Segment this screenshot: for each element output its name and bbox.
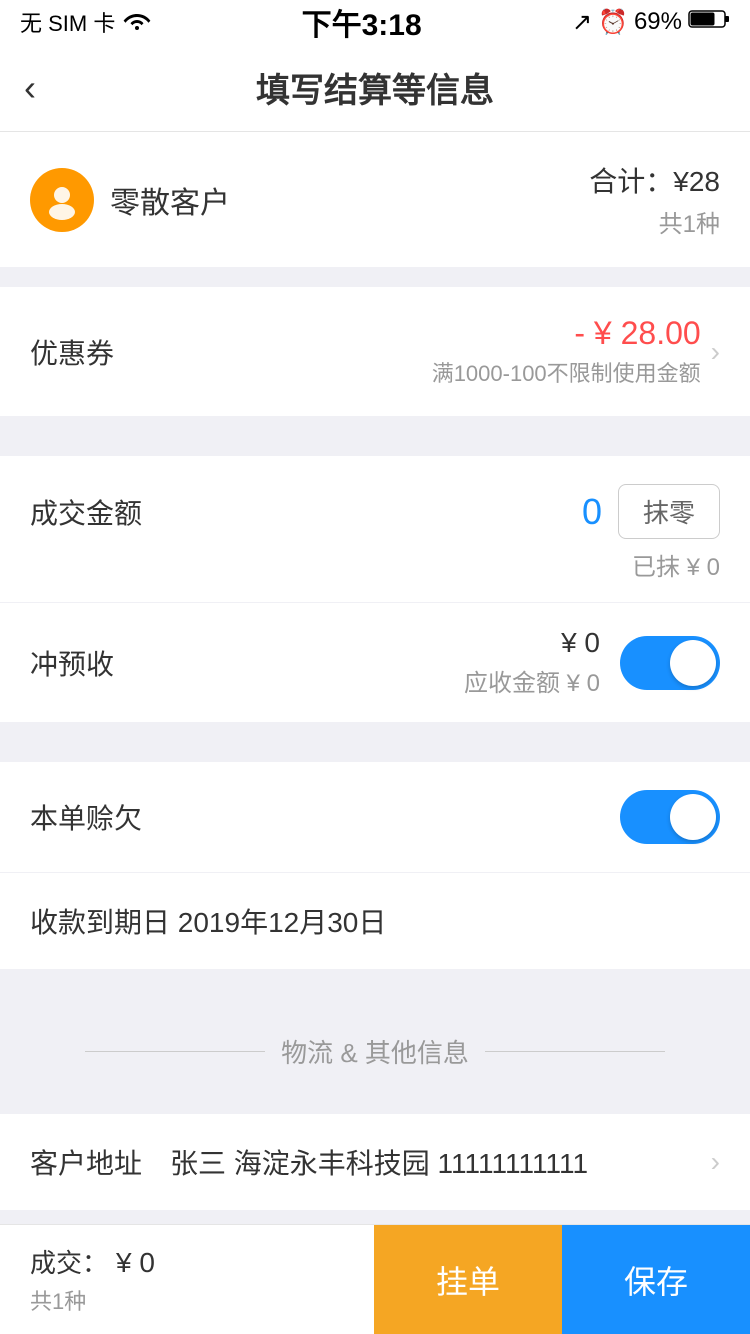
page-title: 填写结算等信息 xyxy=(256,63,494,112)
wifi-icon xyxy=(123,8,151,37)
content: 零散客户 合计：¥28 共1种 优惠券 - ¥ 28.00 满1000-100不… xyxy=(0,132,750,1330)
debt-toggle-knob xyxy=(670,794,716,840)
transaction-value: 0 xyxy=(582,491,602,533)
coupon-row[interactable]: 优惠券 - ¥ 28.00 满1000-100不限制使用金额 › xyxy=(0,287,750,416)
customer-avatar xyxy=(30,168,94,232)
coupon-detail: - ¥ 28.00 满1000-100不限制使用金额 xyxy=(432,315,701,388)
battery-icon xyxy=(688,8,730,37)
nav-bar: ‹ 填写结算等信息 xyxy=(0,44,750,132)
prepaid-right: ¥ 0 应收金额 ¥ 0 xyxy=(464,627,720,698)
address-label: 客户地址 xyxy=(30,1142,150,1182)
status-left: 无 SIM 卡 xyxy=(20,6,151,38)
sim-status: 无 SIM 卡 xyxy=(20,6,115,38)
coupon-desc: 满1000-100不限制使用金额 xyxy=(432,356,701,388)
debt-section: 本单赊欠 xyxy=(0,762,750,872)
section-divider xyxy=(0,436,750,456)
customer-summary: 合计：¥28 共1种 xyxy=(589,160,720,239)
bottom-bar: 成交： ¥ 0 共1种 挂单 保存 xyxy=(0,1224,750,1334)
back-icon: ‹ xyxy=(24,67,36,108)
logistics-section: 物流 & 其他信息 xyxy=(0,1009,750,1094)
battery-percent: 69% xyxy=(634,8,682,36)
bottom-deal-row: 成交： ¥ 0 xyxy=(30,1243,344,1280)
transaction-section: 成交金额 0 抹零 已抹 ¥ 0 xyxy=(0,456,750,602)
section-divider-2 xyxy=(0,722,750,742)
alarm-icon: ⏰ xyxy=(598,8,628,37)
total-amount: 合计：¥28 xyxy=(589,160,720,200)
hold-button-label: 挂单 xyxy=(436,1257,500,1303)
save-button[interactable]: 保存 xyxy=(562,1225,750,1334)
prepaid-receivable: 应收金额 ¥ 0 xyxy=(464,663,600,698)
bottom-deal-label: 成交： xyxy=(30,1243,108,1280)
status-bar: 无 SIM 卡 下午3:18 ↗ ⏰ 69% xyxy=(0,0,750,44)
hold-button[interactable]: 挂单 xyxy=(374,1225,562,1334)
location-icon: ↗ xyxy=(572,8,592,37)
prepaid-amounts: ¥ 0 应收金额 ¥ 0 xyxy=(464,627,600,698)
coupon-label: 优惠券 xyxy=(30,332,114,372)
back-button[interactable]: ‹ xyxy=(24,67,36,109)
customer-name: 零散客户 xyxy=(110,178,230,222)
address-value: 张三 海淀永丰科技园 11111111111 xyxy=(170,1142,711,1182)
logistics-text: 物流 & 其他信息 xyxy=(281,1033,469,1070)
customer-row: 零散客户 合计：¥28 共1种 xyxy=(0,132,750,267)
transaction-label: 成交金额 xyxy=(30,492,142,532)
status-right: ↗ ⏰ 69% xyxy=(572,8,730,37)
transaction-row: 成交金额 0 抹零 xyxy=(30,484,720,547)
coupon-arrow-icon: › xyxy=(711,336,720,368)
status-time: 下午3:18 xyxy=(302,0,422,44)
toggle-knob xyxy=(670,640,716,686)
debt-label: 本单赊欠 xyxy=(30,797,142,837)
address-arrow-icon: › xyxy=(711,1146,720,1178)
due-date-section: 收款到期日 2019年12月30日 xyxy=(0,872,750,969)
address-section[interactable]: 客户地址 张三 海淀永丰科技园 11111111111 › xyxy=(0,1114,750,1210)
round-button[interactable]: 抹零 xyxy=(618,484,720,539)
prepaid-section: 冲预收 ¥ 0 应收金额 ¥ 0 xyxy=(0,602,750,722)
section-divider-3 xyxy=(0,969,750,989)
bottom-deal-amount: ¥ 0 xyxy=(116,1247,155,1279)
prepaid-label: 冲预收 xyxy=(30,643,114,683)
debt-toggle[interactable] xyxy=(620,790,720,844)
due-date-text: 收款到期日 2019年12月30日 xyxy=(30,907,386,938)
prepaid-amount: ¥ 0 xyxy=(464,627,600,659)
customer-left: 零散客户 xyxy=(30,168,230,232)
total-count: 共1种 xyxy=(589,204,720,239)
prepaid-toggle[interactable] xyxy=(620,636,720,690)
coupon-amount: - ¥ 28.00 xyxy=(432,315,701,352)
bottom-count: 共1种 xyxy=(30,1284,344,1316)
transaction-right: 0 抹零 xyxy=(582,484,720,539)
save-button-label: 保存 xyxy=(624,1257,688,1303)
bottom-summary: 成交： ¥ 0 共1种 xyxy=(0,1243,374,1316)
already-rounded-text: 已抹 ¥ 0 xyxy=(30,547,720,602)
logistics-divider: 物流 & 其他信息 xyxy=(0,1033,750,1070)
